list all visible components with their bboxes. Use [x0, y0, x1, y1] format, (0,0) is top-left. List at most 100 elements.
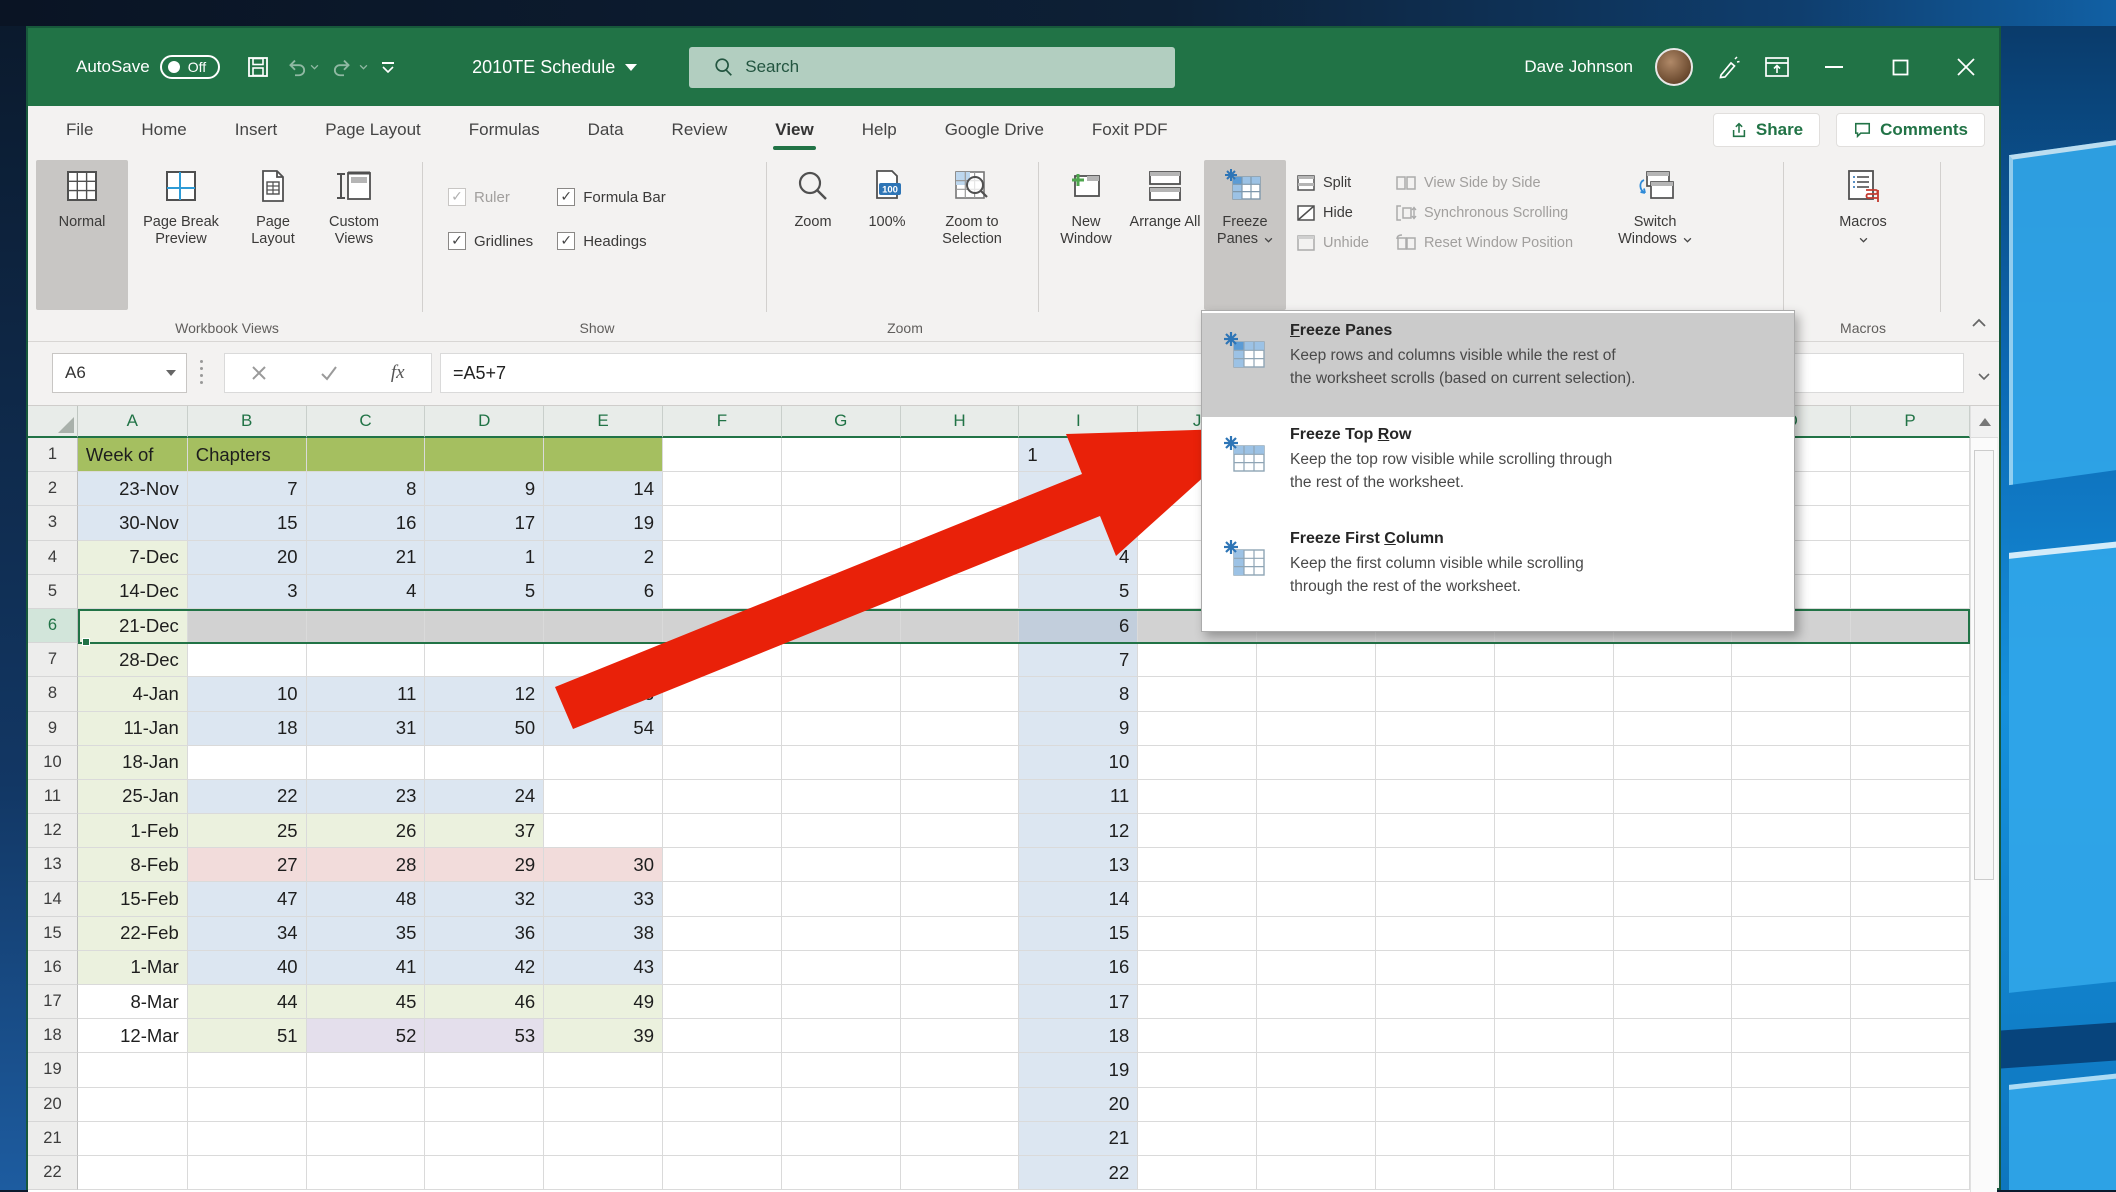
cell-F10[interactable]: [663, 746, 782, 780]
cell-K19[interactable]: [1257, 1053, 1376, 1087]
row-header-8[interactable]: 8: [28, 677, 78, 711]
cell-A7[interactable]: 28-Dec: [78, 643, 188, 677]
cell-F16[interactable]: [663, 951, 782, 985]
cell-B10[interactable]: [188, 746, 307, 780]
cell-L7[interactable]: [1376, 643, 1495, 677]
cell-N7[interactable]: [1614, 643, 1733, 677]
column-header-C[interactable]: C: [307, 406, 426, 438]
column-header-I[interactable]: I: [1019, 406, 1138, 438]
cell-G19[interactable]: [782, 1053, 901, 1087]
cell-O22[interactable]: [1732, 1156, 1851, 1190]
cell-E14[interactable]: 33: [544, 882, 663, 916]
cell-F8[interactable]: [663, 677, 782, 711]
cell-D2[interactable]: 9: [425, 472, 544, 506]
cell-G5[interactable]: [782, 575, 901, 609]
cell-A12[interactable]: 1-Feb: [78, 814, 188, 848]
row-header-19[interactable]: 19: [28, 1053, 78, 1087]
cell-I5[interactable]: 5: [1019, 575, 1138, 609]
cell-C5[interactable]: 4: [307, 575, 426, 609]
cell-J10[interactable]: [1138, 746, 1257, 780]
hide-button[interactable]: Hide: [1296, 204, 1369, 222]
cell-J7[interactable]: [1138, 643, 1257, 677]
cell-E11[interactable]: [544, 780, 663, 814]
cell-E5[interactable]: 6: [544, 575, 663, 609]
cell-G9[interactable]: [782, 712, 901, 746]
cell-E10[interactable]: [544, 746, 663, 780]
cell-F18[interactable]: [663, 1019, 782, 1053]
cell-L22[interactable]: [1376, 1156, 1495, 1190]
cell-M8[interactable]: [1495, 677, 1614, 711]
row-header-1[interactable]: 1: [28, 438, 78, 472]
cell-K21[interactable]: [1257, 1122, 1376, 1156]
cell-O15[interactable]: [1732, 917, 1851, 951]
cell-G13[interactable]: [782, 848, 901, 882]
cell-A18[interactable]: 12-Mar: [78, 1019, 188, 1053]
cell-H17[interactable]: [901, 985, 1020, 1019]
cell-C9[interactable]: 31: [307, 712, 426, 746]
cell-A10[interactable]: 18-Jan: [78, 746, 188, 780]
cell-L21[interactable]: [1376, 1122, 1495, 1156]
row-header-22[interactable]: 22: [28, 1156, 78, 1190]
cell-C6[interactable]: [307, 609, 426, 643]
cell-A16[interactable]: 1-Mar: [78, 951, 188, 985]
cell-M10[interactable]: [1495, 746, 1614, 780]
cell-B15[interactable]: 34: [188, 917, 307, 951]
cell-C3[interactable]: 16: [307, 506, 426, 540]
cell-A1[interactable]: Week of: [78, 438, 188, 472]
cell-G7[interactable]: [782, 643, 901, 677]
cell-E20[interactable]: [544, 1088, 663, 1122]
cell-P13[interactable]: [1851, 848, 1970, 882]
cell-K20[interactable]: [1257, 1088, 1376, 1122]
search-input[interactable]: [745, 57, 1045, 77]
cell-I7[interactable]: 7: [1019, 643, 1138, 677]
cell-L19[interactable]: [1376, 1053, 1495, 1087]
cell-C8[interactable]: 11: [307, 677, 426, 711]
cell-J12[interactable]: [1138, 814, 1257, 848]
cell-F17[interactable]: [663, 985, 782, 1019]
cell-G6[interactable]: [782, 609, 901, 643]
cell-O20[interactable]: [1732, 1088, 1851, 1122]
cell-B18[interactable]: 51: [188, 1019, 307, 1053]
cell-O19[interactable]: [1732, 1053, 1851, 1087]
cell-F20[interactable]: [663, 1088, 782, 1122]
cell-D4[interactable]: 1: [425, 541, 544, 575]
cell-P19[interactable]: [1851, 1053, 1970, 1087]
ruler-checkbox[interactable]: Ruler: [448, 188, 533, 206]
tab-insert[interactable]: Insert: [233, 114, 280, 146]
cell-G21[interactable]: [782, 1122, 901, 1156]
cell-I20[interactable]: 20: [1019, 1088, 1138, 1122]
cell-L9[interactable]: [1376, 712, 1495, 746]
cell-P16[interactable]: [1851, 951, 1970, 985]
cell-I16[interactable]: 16: [1019, 951, 1138, 985]
cell-K16[interactable]: [1257, 951, 1376, 985]
cell-G22[interactable]: [782, 1156, 901, 1190]
cell-G12[interactable]: [782, 814, 901, 848]
cell-H7[interactable]: [901, 643, 1020, 677]
cell-P2[interactable]: [1851, 472, 1970, 506]
menu-item-freeze-top-row[interactable]: Freeze Top Row Keep the top row visible …: [1202, 417, 1794, 521]
cell-I4[interactable]: 4: [1019, 541, 1138, 575]
cell-G4[interactable]: [782, 541, 901, 575]
cell-D12[interactable]: 37: [425, 814, 544, 848]
cell-F2[interactable]: [663, 472, 782, 506]
zoom-button[interactable]: Zoom: [776, 160, 850, 310]
cell-A8[interactable]: 4-Jan: [78, 677, 188, 711]
tab-home[interactable]: Home: [139, 114, 188, 146]
cell-B7[interactable]: [188, 643, 307, 677]
row-header-15[interactable]: 15: [28, 917, 78, 951]
cell-H20[interactable]: [901, 1088, 1020, 1122]
row-header-7[interactable]: 7: [28, 643, 78, 677]
zoom-100-button[interactable]: 100 100%: [850, 160, 924, 310]
cell-I6[interactable]: 6: [1019, 609, 1138, 643]
cell-H6[interactable]: [901, 609, 1020, 643]
cell-H10[interactable]: [901, 746, 1020, 780]
cell-J22[interactable]: [1138, 1156, 1257, 1190]
cell-B13[interactable]: 27: [188, 848, 307, 882]
cell-A17[interactable]: 8-Mar: [78, 985, 188, 1019]
cell-C18[interactable]: 52: [307, 1019, 426, 1053]
cell-D6[interactable]: [425, 609, 544, 643]
cell-K15[interactable]: [1257, 917, 1376, 951]
cell-I13[interactable]: 13: [1019, 848, 1138, 882]
cell-J17[interactable]: [1138, 985, 1257, 1019]
cell-E12[interactable]: [544, 814, 663, 848]
